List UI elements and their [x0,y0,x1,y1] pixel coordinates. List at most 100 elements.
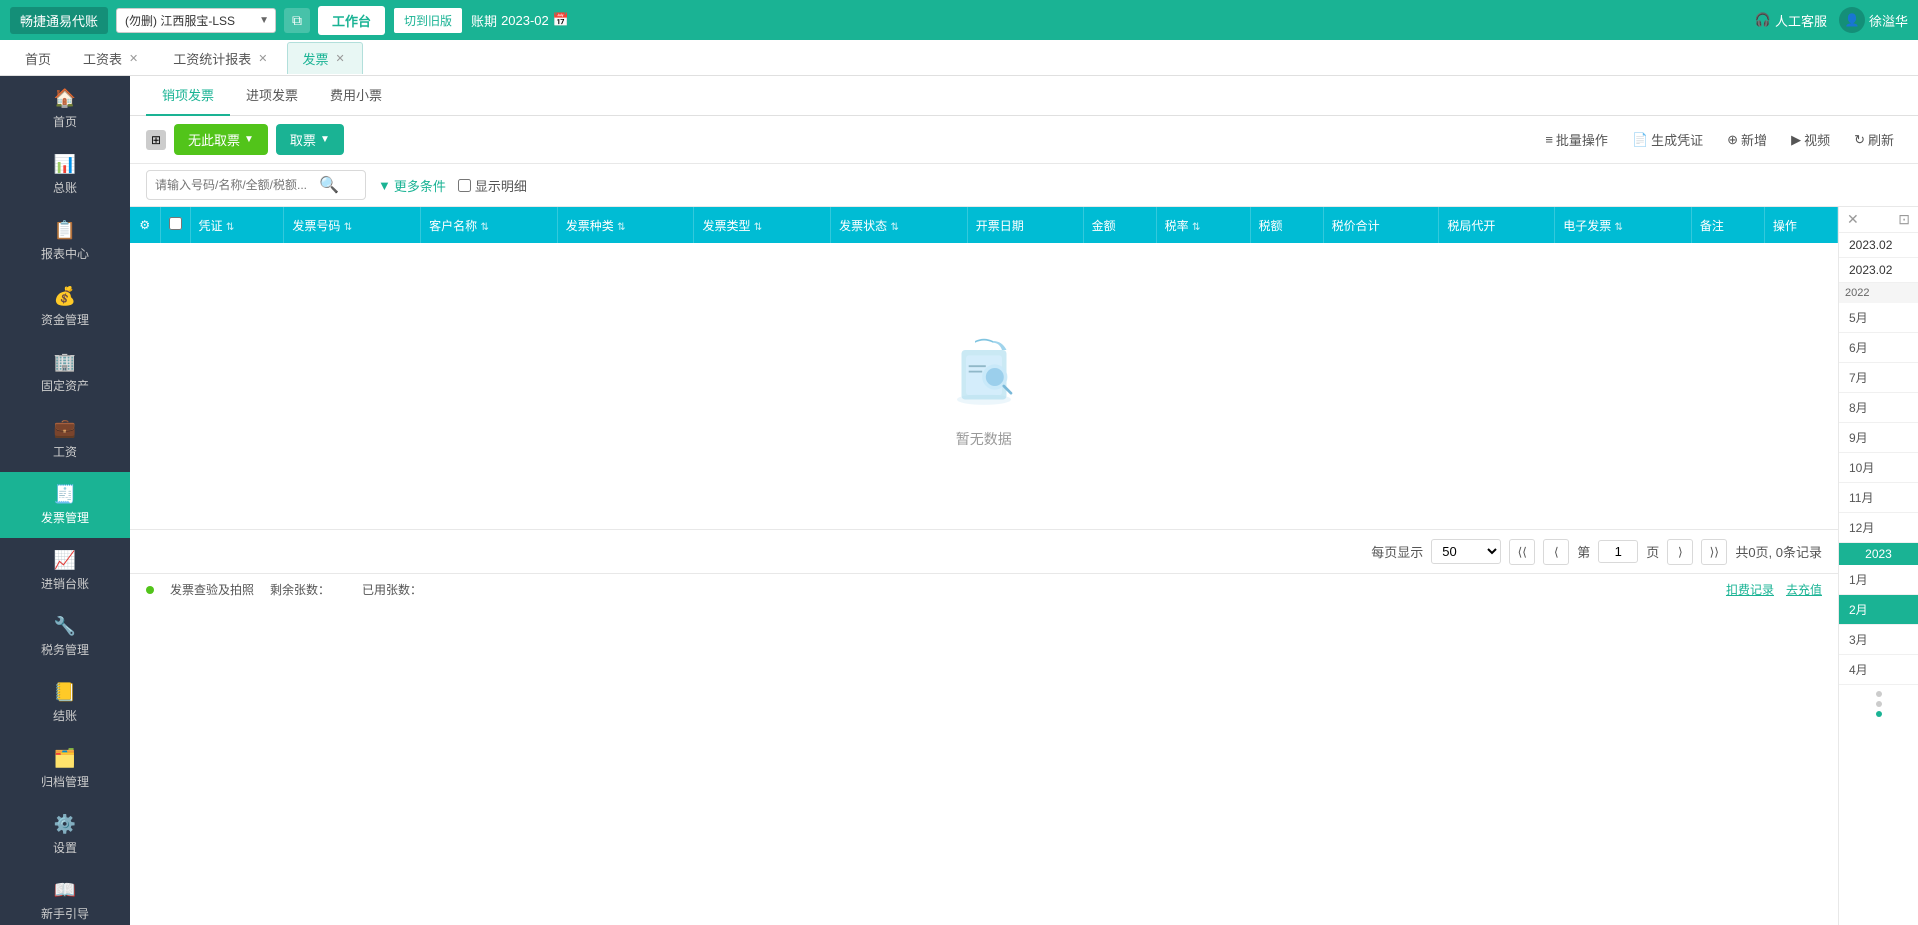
date-month-6[interactable]: 6月 [1839,333,1918,363]
new-button[interactable]: ⊕ 新增 [1719,125,1775,154]
check-label: 发票查验及拍照 [170,581,254,598]
sidebar: 🏠 首页 📊 总账 📋 报表中心 💰 资金管理 🏢 固定资产 💼 工资 🧾 发票… [0,76,130,925]
sub-tab-sales-invoice[interactable]: 销项发票 [146,76,230,116]
generate-voucher-button[interactable]: 📄 生成凭证 [1624,125,1711,154]
col-checkbox[interactable] [160,207,190,243]
sidebar-item-sales[interactable]: 📈 进销台账 [0,538,130,604]
refresh-button[interactable]: ↻ 刷新 [1846,125,1902,154]
copy-icon-btn[interactable]: ⧉ [284,8,310,33]
date-month-5[interactable]: 5月 [1839,303,1918,333]
tab-salary-close[interactable]: ✕ [126,51,141,66]
date-panel-expand-btn[interactable]: ⊡ [1898,211,1910,228]
period-area: 账期 2023-02 📅 [471,11,569,30]
sub-tab-expense[interactable]: 费用小票 [314,76,398,116]
tab-salary-label: 工资表 [83,49,122,68]
sidebar-archive-label: 归档管理 [41,773,89,790]
date-month-2023-4[interactable]: 4月 [1839,655,1918,685]
scroll-indicator [1839,685,1918,723]
sub-tab-purchase-invoice[interactable]: 进项发票 [230,76,314,116]
sidebar-item-reports[interactable]: 📋 报表中心 [0,208,130,274]
col-e-invoice: 电子发票 ⇅ [1555,207,1692,243]
date-month-11[interactable]: 11月 [1839,483,1918,513]
tab-invoice-close[interactable]: ✕ [333,51,348,66]
toolbar-right: ≡ 批量操作 📄 生成凭证 ⊕ 新增 ▶ 视频 ↻ 刷新 [1537,125,1902,154]
date-month-8[interactable]: 8月 [1839,393,1918,423]
tab-salary-report-close[interactable]: ✕ [255,51,270,66]
sidebar-item-settings[interactable]: ⚙️ 设置 [0,802,130,868]
show-detail-label: 显示明细 [475,176,527,195]
prev-page-btn[interactable]: ⟨ [1543,539,1569,565]
grid-view-icon[interactable]: ⊞ [146,130,166,150]
search-input[interactable] [155,178,315,192]
date-month-10[interactable]: 10月 [1839,453,1918,483]
sidebar-item-archive[interactable]: 🗂️ 归档管理 [0,736,130,802]
date-month-12[interactable]: 12月 [1839,513,1918,543]
workbench-button[interactable]: 工作台 [318,6,385,35]
date-month-2023-1[interactable]: 1月 [1839,565,1918,595]
filter-bar: 🔍 ▼ 更多条件 显示明细 [130,164,1918,207]
date-month-9[interactable]: 9月 [1839,423,1918,453]
sidebar-item-tax[interactable]: 🔧 税务管理 [0,604,130,670]
sidebar-item-salary[interactable]: 💼 工资 [0,406,130,472]
page-label: 第 [1577,542,1590,561]
tab-salary-report-label: 工资统计报表 [173,49,251,68]
date-month-2023-3[interactable]: 3月 [1839,625,1918,655]
sidebar-item-ledger[interactable]: 📊 总账 [0,142,130,208]
sidebar-item-home[interactable]: 🏠 首页 [0,76,130,142]
no-invoice-button[interactable]: 无此取票 ▼ [174,124,268,155]
tab-invoice[interactable]: 发票 ✕ [287,42,362,74]
get-invoice-label: 取票 [290,130,316,149]
ledger-icon: 📊 [54,154,76,175]
tab-home[interactable]: 首页 [10,42,66,74]
sidebar-item-assets[interactable]: 🏢 固定资产 [0,340,130,406]
sidebar-item-guide[interactable]: 📖 新手引导 [0,868,130,925]
page-input[interactable] [1598,540,1638,563]
tab-invoice-label: 发票 [302,49,328,68]
first-page-btn[interactable]: ⟨⟨ [1509,539,1535,565]
last-page-btn[interactable]: ⟩⟩ [1701,539,1727,565]
period-label: 账期 [471,11,497,30]
sidebar-item-invoice[interactable]: 🧾 发票管理 [0,472,130,538]
tab-salary[interactable]: 工资表 ✕ [68,42,156,74]
settings-icon: ⚙️ [54,814,76,835]
date-row-1[interactable]: 2023.02 [1839,258,1918,283]
tab-salary-report[interactable]: 工资统计报表 ✕ [158,42,285,74]
recharge-link[interactable]: 去充值 [1786,581,1822,598]
empty-icon [939,323,1029,413]
date-panel-close-btn[interactable]: ✕ [1847,211,1859,228]
date-panel: ✕ ⊡ 2023.02 2023.02 2022 5月 6月 7月 8月 9月 … [1838,207,1918,925]
finance-icon: 💰 [54,286,76,307]
col-date: 开票日期 [967,207,1083,243]
sales-icon: 📈 [54,550,76,571]
batch-ops-label: 批量操作 [1556,130,1608,149]
get-invoice-button[interactable]: 取票 ▼ [276,124,344,155]
show-detail-checkbox[interactable] [458,179,471,192]
human-service-btn[interactable]: 🎧 人工客服 [1755,11,1827,30]
no-invoice-dropdown-arrow: ▼ [244,134,254,145]
sidebar-item-finance[interactable]: 💰 资金管理 [0,274,130,340]
select-all-checkbox[interactable] [169,217,182,230]
per-page-select[interactable]: 50 10 20 100 [1431,539,1501,564]
tab-home-label: 首页 [25,49,51,68]
video-icon: ▶ [1791,132,1801,148]
col-voucher: 凭证 ⇅ [190,207,284,243]
switch-old-version-button[interactable]: 切到旧版 [393,7,463,34]
batch-ops-button[interactable]: ≡ 批量操作 [1537,125,1616,154]
sidebar-item-closing[interactable]: 📒 结账 [0,670,130,736]
date-month-7[interactable]: 7月 [1839,363,1918,393]
user-area[interactable]: 👤 徐溢华 [1839,7,1908,33]
deduction-record-link[interactable]: 扣费记录 [1726,581,1774,598]
company-selector[interactable]: (勿删) 江西服宝-LSS ▼ [116,8,276,33]
company-dropdown-arrow: ▼ [259,15,269,26]
top-bar: 畅捷通易代账 (勿删) 江西服宝-LSS ▼ ⧉ 工作台 切到旧版 账期 202… [0,0,1918,40]
show-detail-checkbox-label[interactable]: 显示明细 [458,176,527,195]
video-button[interactable]: ▶ 视频 [1783,125,1838,154]
more-conditions-btn[interactable]: ▼ 更多条件 [378,176,446,195]
remaining-label: 剩余张数： [270,581,330,598]
date-row-0[interactable]: 2023.02 [1839,233,1918,258]
date-month-2023-2[interactable]: 2月 [1839,595,1918,625]
sidebar-closing-label: 结账 [53,707,77,724]
next-page-btn[interactable]: ⟩ [1667,539,1693,565]
col-settings[interactable]: ⚙ [130,207,160,243]
col-operation: 操作 [1764,207,1837,243]
